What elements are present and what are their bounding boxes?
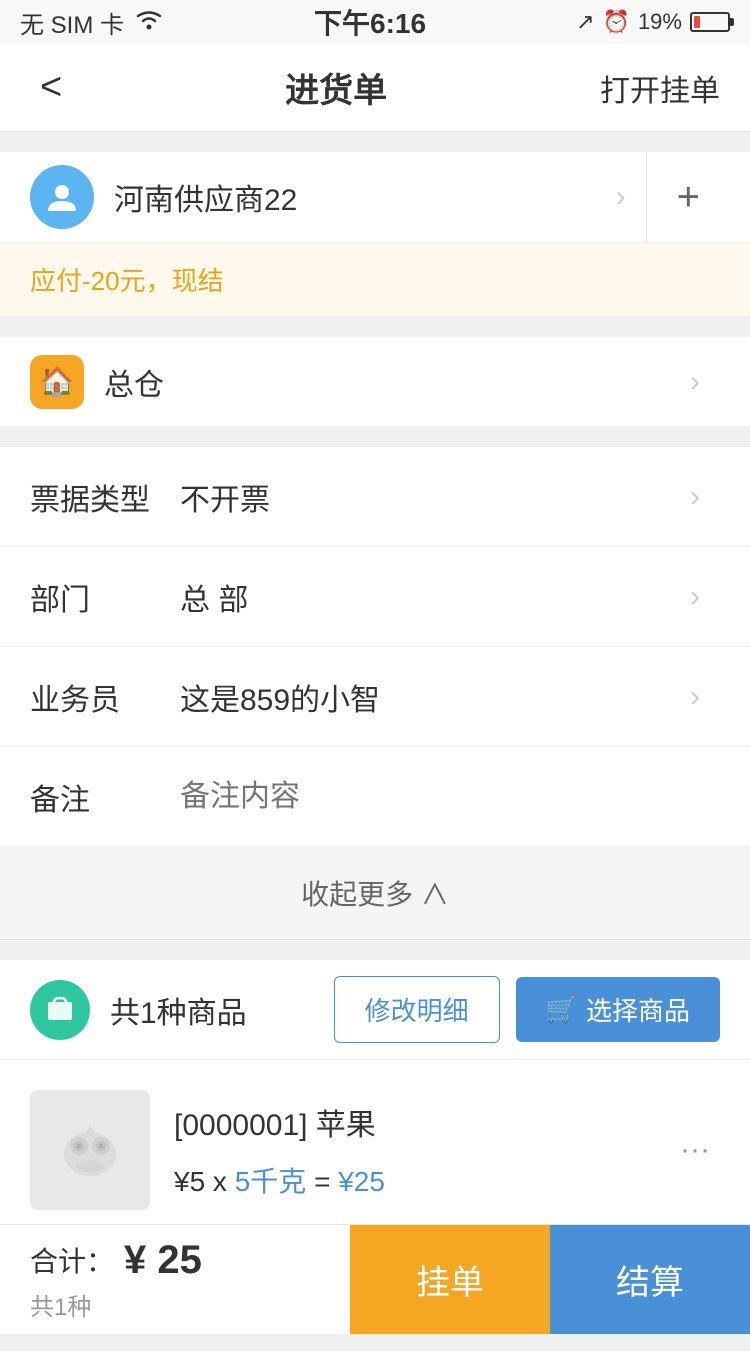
carrier-text: 无 SIM 卡 xyxy=(20,5,124,40)
product-info: [0000001] 苹果 ¥5 x 5千克 = ¥25 xyxy=(174,1100,670,1200)
content-area: 河南供应商22 › + 应付-20元，现结 🏠 总仓 › 票据类型 不开票 › … xyxy=(0,132,750,1351)
line-total: ¥25 xyxy=(338,1166,385,1197)
department-value: 总 部 xyxy=(160,575,670,619)
salesperson-value: 这是859的小智 xyxy=(160,675,670,719)
select-product-button[interactable]: 🛒 选择商品 xyxy=(516,977,720,1042)
gap-4 xyxy=(0,940,750,960)
collapse-toggle[interactable]: 收起更多 ∧ xyxy=(0,847,750,940)
total-amount: ¥ 25 xyxy=(124,1238,202,1283)
warehouse-row[interactable]: 🏠 总仓 › xyxy=(0,337,750,427)
add-supplier-button[interactable]: + xyxy=(647,152,720,242)
alarm-icon: ⏰ xyxy=(603,9,630,35)
warehouse-icon: 🏠 xyxy=(30,355,84,409)
cart-icon: 🛒 xyxy=(546,994,578,1025)
invoice-type-value: 不开票 xyxy=(160,475,670,519)
salesperson-row[interactable]: 业务员 这是859的小智 › xyxy=(0,647,750,747)
open-pending-button[interactable]: 打开挂单 xyxy=(600,66,720,110)
product-price: ¥5 x 5千克 = ¥25 xyxy=(174,1160,670,1200)
nav-bar: < 进货单 打开挂单 xyxy=(0,44,750,132)
footer-total: 合计： ¥ 25 共1种 xyxy=(0,1225,350,1334)
warehouse-chevron-icon: › xyxy=(690,365,700,399)
edit-detail-button[interactable]: 修改明细 xyxy=(334,976,500,1043)
battery-percent: 19% xyxy=(638,9,682,35)
product-name: [0000001] 苹果 xyxy=(174,1100,670,1144)
total-row: 合计： ¥ 25 xyxy=(30,1238,320,1283)
gap-3 xyxy=(0,427,750,447)
select-product-label: 选择商品 xyxy=(586,991,690,1028)
footer: 合计： ¥ 25 共1种 挂单 结算 xyxy=(0,1224,750,1334)
department-chevron-icon: › xyxy=(690,580,700,614)
checkout-button[interactable]: 结算 xyxy=(550,1225,750,1334)
total-label: 合计： xyxy=(30,1240,114,1280)
salesperson-chevron-icon: › xyxy=(690,680,700,714)
product-title: 苹果 xyxy=(316,1109,376,1142)
battery-fill xyxy=(694,16,700,28)
department-row[interactable]: 部门 总 部 › xyxy=(0,547,750,647)
remark-row: 备注 xyxy=(0,747,750,847)
supplier-section: 河南供应商22 › + xyxy=(0,152,750,243)
quantity: 5千克 xyxy=(235,1166,307,1197)
salesperson-label: 业务员 xyxy=(30,675,160,719)
supplier-avatar xyxy=(30,165,94,229)
product-item: [0000001] 苹果 ¥5 x 5千克 = ¥25 ··· xyxy=(0,1060,750,1241)
equals-sign: = xyxy=(314,1166,338,1197)
product-icon xyxy=(30,980,90,1040)
remark-input[interactable] xyxy=(160,780,720,814)
unit-price: ¥5 x xyxy=(174,1166,235,1197)
payment-notice: 应付-20元，现结 xyxy=(0,243,750,317)
warehouse-name: 总仓 xyxy=(104,360,670,404)
page-title: 进货单 xyxy=(285,63,387,112)
product-code: [0000001] xyxy=(174,1109,316,1142)
wifi-icon xyxy=(134,8,164,37)
status-time: 下午6:16 xyxy=(314,2,426,42)
remark-label: 备注 xyxy=(30,775,160,819)
invoice-type-label: 票据类型 xyxy=(30,475,160,519)
product-thumbnail xyxy=(30,1090,150,1210)
product-more-button[interactable]: ··· xyxy=(670,1123,720,1177)
supplier-chevron-icon: › xyxy=(616,180,626,214)
form-section: 票据类型 不开票 › 部门 总 部 › 业务员 这是859的小智 › 备注 xyxy=(0,447,750,847)
location-icon: ↗ xyxy=(576,9,594,35)
status-right: ↗ ⏰ 19% xyxy=(576,9,730,35)
supplier-name: 河南供应商22 xyxy=(114,175,596,219)
back-button[interactable]: < xyxy=(30,56,72,119)
product-count: 共1种商品 xyxy=(110,988,334,1032)
battery-icon xyxy=(690,12,730,32)
department-label: 部门 xyxy=(30,575,160,619)
status-left: 无 SIM 卡 xyxy=(20,5,164,40)
status-bar: 无 SIM 卡 下午6:16 ↗ ⏰ 19% xyxy=(0,0,750,44)
supplier-selector[interactable]: 河南供应商22 › xyxy=(30,152,647,242)
suspend-button[interactable]: 挂单 xyxy=(350,1225,550,1334)
invoice-type-row[interactable]: 票据类型 不开票 › xyxy=(0,447,750,547)
invoice-chevron-icon: › xyxy=(690,480,700,514)
product-header: 共1种商品 修改明细 🛒 选择商品 xyxy=(0,960,750,1060)
total-sub: 共1种 xyxy=(30,1287,320,1322)
gap-1 xyxy=(0,132,750,152)
gap-2 xyxy=(0,317,750,337)
